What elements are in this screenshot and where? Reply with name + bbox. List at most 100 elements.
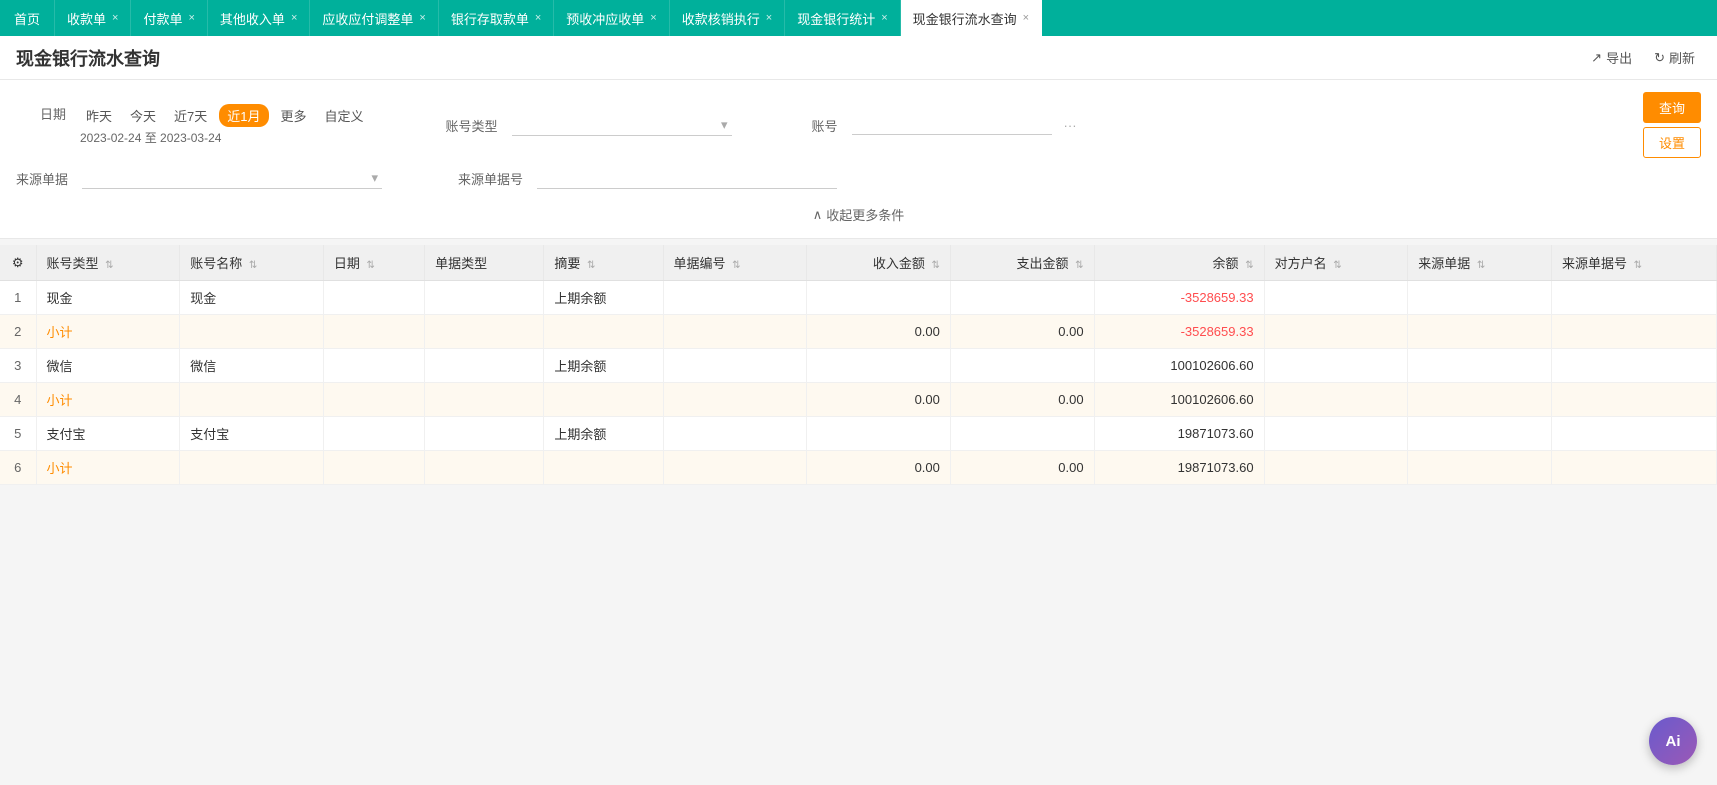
cell-income: 0.00 — [807, 315, 951, 349]
close-icon-0[interactable]: × — [112, 12, 118, 24]
date-btn-custom[interactable]: 自定义 — [319, 104, 370, 127]
cell-income — [807, 349, 951, 383]
cell-doc-no — [663, 349, 807, 383]
source-doc-select[interactable]: ▾ — [82, 168, 382, 189]
filter-area: 日期 昨天 今天 近7天 近1月 更多 自定义 2023-02-24 至 202… — [0, 80, 1717, 239]
date-btn-yesterday[interactable]: 昨天 — [80, 104, 118, 127]
th-doc-type[interactable]: 单据类型 — [425, 245, 544, 281]
nav-tab-8[interactable]: 现金银行流水查询 × — [901, 0, 1042, 36]
close-icon-1[interactable]: × — [188, 12, 194, 24]
cell-account-type: 小计 — [36, 383, 180, 417]
date-btn-more[interactable]: 更多 — [275, 104, 313, 127]
cell-summary — [544, 383, 663, 417]
cell-date — [323, 451, 424, 485]
date-options-group: 昨天 今天 近7天 近1月 更多 自定义 2023-02-24 至 2023-0… — [80, 104, 370, 146]
close-icon-7[interactable]: × — [881, 12, 887, 24]
th-source-doc-no[interactable]: 来源单据号 ⇅ — [1551, 245, 1716, 281]
th-account-type[interactable]: 账号类型 ⇅ — [36, 245, 180, 281]
cell-income — [807, 417, 951, 451]
account-type-select[interactable]: ▾ — [512, 115, 732, 136]
close-icon-6[interactable]: × — [766, 12, 772, 24]
cell-summary: 上期余额 — [544, 349, 663, 383]
export-icon: ↗ — [1591, 50, 1602, 66]
export-button[interactable]: ↗ 导出 — [1585, 44, 1638, 71]
date-btn-today[interactable]: 今天 — [124, 104, 162, 127]
th-expense[interactable]: 支出金额 ⇅ — [950, 245, 1094, 281]
th-account-name[interactable]: 账号名称 ⇅ — [180, 245, 324, 281]
account-input[interactable] — [852, 115, 1052, 135]
cell-source-doc — [1408, 349, 1552, 383]
date-filter-group: 日期 昨天 今天 近7天 近1月 更多 自定义 2023-02-24 至 202… — [16, 104, 370, 146]
close-icon-2[interactable]: × — [291, 12, 297, 24]
cell-counterpart — [1264, 349, 1408, 383]
nav-tab-0[interactable]: 收款单 × — [55, 0, 131, 36]
cell-account-type: 小计 — [36, 451, 180, 485]
th-date[interactable]: 日期 ⇅ — [323, 245, 424, 281]
sort-icon-expense: ⇅ — [1075, 260, 1083, 271]
cell-doc-type — [425, 349, 544, 383]
account-dots-icon[interactable]: ··· — [1064, 118, 1077, 133]
cell-date — [323, 281, 424, 315]
cell-balance: 100102606.60 — [1094, 349, 1264, 383]
cell-doc-type — [425, 451, 544, 485]
cell-doc-no — [663, 383, 807, 417]
ai-assistant-button[interactable]: Ai — [1649, 717, 1697, 765]
query-button[interactable]: 查询 — [1643, 92, 1701, 123]
cell-expense: 0.00 — [950, 315, 1094, 349]
table-row: 2 小计 0.00 0.00 -3528659.33 — [0, 315, 1717, 349]
nav-tab-6[interactable]: 收款核销执行 × — [670, 0, 785, 36]
cell-source-doc-no — [1551, 383, 1716, 417]
nav-home[interactable]: 首页 — [0, 0, 55, 36]
settings-button[interactable]: 设置 — [1643, 127, 1701, 158]
cell-doc-type — [425, 383, 544, 417]
date-range-display: 2023-02-24 至 2023-03-24 — [80, 129, 370, 146]
cell-balance: 19871073.60 — [1094, 451, 1264, 485]
cell-date — [323, 383, 424, 417]
th-summary[interactable]: 摘要 ⇅ — [544, 245, 663, 281]
sort-icon-source-doc: ⇅ — [1477, 260, 1485, 271]
cell-account-name: 微信 — [180, 349, 324, 383]
nav-tab-2[interactable]: 其他收入单 × — [208, 0, 310, 36]
date-btn-1month[interactable]: 近1月 — [219, 104, 268, 127]
nav-tab-3[interactable]: 应收应付调整单 × — [310, 0, 438, 36]
th-source-doc[interactable]: 来源单据 ⇅ — [1408, 245, 1552, 281]
page-title: 现金银行流水查询 — [16, 45, 160, 71]
nav-tab-5[interactable]: 预收冲应收单 × — [554, 0, 669, 36]
th-balance[interactable]: 余额 ⇅ — [1094, 245, 1264, 281]
cell-source-doc-no — [1551, 281, 1716, 315]
source-doc-no-input[interactable] — [537, 169, 837, 189]
th-doc-no[interactable]: 单据编号 ⇅ — [663, 245, 807, 281]
cell-balance: 100102606.60 — [1094, 383, 1264, 417]
sort-icon-counterpart: ⇅ — [1333, 260, 1341, 271]
sort-icon-summary: ⇅ — [587, 260, 595, 271]
th-counterpart[interactable]: 对方户名 ⇅ — [1264, 245, 1408, 281]
table-row: 1 现金 现金 上期余额 -3528659.33 — [0, 281, 1717, 315]
refresh-button[interactable]: ↻ 刷新 — [1648, 44, 1701, 71]
close-icon-4[interactable]: × — [535, 12, 541, 24]
collapse-bar[interactable]: ∧ 收起更多条件 — [16, 199, 1701, 226]
cell-account-name — [180, 315, 324, 349]
sort-icon-income: ⇅ — [931, 260, 939, 271]
nav-tab-4[interactable]: 银行存取款单 × — [439, 0, 554, 36]
date-btn-7days[interactable]: 近7天 — [168, 104, 213, 127]
close-icon-8[interactable]: × — [1023, 12, 1029, 24]
cell-account-name — [180, 451, 324, 485]
cell-num: 1 — [0, 281, 36, 315]
source-doc-chevron-icon: ▾ — [371, 170, 378, 186]
close-icon-3[interactable]: × — [419, 12, 425, 24]
cell-account-type: 现金 — [36, 281, 180, 315]
nav-tab-7[interactable]: 现金银行统计 × — [785, 0, 900, 36]
th-income[interactable]: 收入金额 ⇅ — [807, 245, 951, 281]
table-row: 5 支付宝 支付宝 上期余额 19871073.60 — [0, 417, 1717, 451]
cell-balance: -3528659.33 — [1094, 315, 1264, 349]
close-icon-5[interactable]: × — [650, 12, 656, 24]
nav-tab-1[interactable]: 付款单 × — [131, 0, 207, 36]
table-row: 6 小计 0.00 0.00 19871073.60 — [0, 451, 1717, 485]
source-doc-no-group: 来源单据号 — [458, 169, 837, 189]
th-gear[interactable]: ⚙ — [0, 245, 36, 281]
refresh-icon: ↻ — [1654, 50, 1665, 66]
filter-row-1: 日期 昨天 今天 近7天 近1月 更多 自定义 2023-02-24 至 202… — [16, 92, 1701, 158]
table-header-row: ⚙ 账号类型 ⇅ 账号名称 ⇅ 日期 ⇅ 单据类型 摘要 — [0, 245, 1717, 281]
cell-source-doc — [1408, 383, 1552, 417]
top-nav: 首页 收款单 × 付款单 × 其他收入单 × 应收应付调整单 × 银行存取款单 … — [0, 0, 1717, 36]
